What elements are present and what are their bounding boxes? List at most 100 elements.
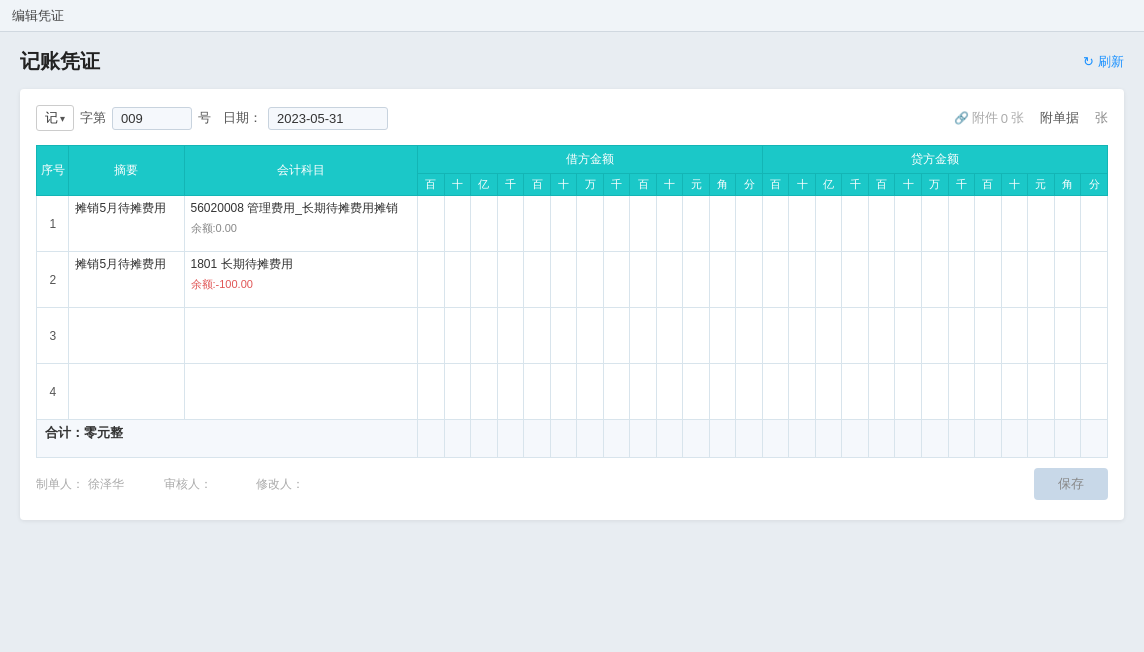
row-account[interactable]: 56020008 管理费用_长期待摊费用摊销余额:0.00: [184, 196, 418, 252]
debit-col-1[interactable]: [418, 196, 445, 252]
credit-col-10[interactable]: [1001, 364, 1028, 420]
credit-col-3[interactable]: [815, 308, 842, 364]
credit-col-11[interactable]: [1028, 196, 1055, 252]
credit-col-13[interactable]: [1081, 252, 1108, 308]
debit-col-9[interactable]: [630, 364, 657, 420]
credit-col-7[interactable]: [921, 364, 948, 420]
credit-col-10[interactable]: [1001, 252, 1028, 308]
debit-col-2[interactable]: [444, 364, 471, 420]
debit-col-12[interactable]: [709, 308, 736, 364]
date-input[interactable]: [268, 107, 388, 130]
debit-col-8[interactable]: [603, 196, 630, 252]
type-select-btn[interactable]: 记 ▾: [36, 105, 74, 131]
credit-col-11[interactable]: [1028, 364, 1055, 420]
credit-col-5[interactable]: [868, 364, 895, 420]
credit-col-8[interactable]: [948, 252, 975, 308]
credit-col-9[interactable]: [975, 196, 1002, 252]
credit-col-9[interactable]: [975, 308, 1002, 364]
debit-col-4[interactable]: [497, 196, 524, 252]
credit-col-4[interactable]: [842, 364, 869, 420]
credit-col-7[interactable]: [921, 252, 948, 308]
credit-col-12[interactable]: [1054, 308, 1081, 364]
credit-col-8[interactable]: [948, 308, 975, 364]
attach-docs-btn[interactable]: 附单据: [1040, 109, 1079, 127]
debit-col-9[interactable]: [630, 308, 657, 364]
debit-col-10[interactable]: [656, 364, 683, 420]
debit-col-8[interactable]: [603, 364, 630, 420]
debit-col-13[interactable]: [736, 308, 763, 364]
voucher-number-input[interactable]: [112, 107, 192, 130]
credit-col-10[interactable]: [1001, 308, 1028, 364]
debit-col-2[interactable]: [444, 252, 471, 308]
credit-col-9[interactable]: [975, 364, 1002, 420]
debit-col-13[interactable]: [736, 252, 763, 308]
credit-col-13[interactable]: [1081, 196, 1108, 252]
debit-col-11[interactable]: [683, 308, 710, 364]
credit-col-6[interactable]: [895, 252, 922, 308]
debit-col-7[interactable]: [577, 252, 604, 308]
debit-col-6[interactable]: [550, 364, 577, 420]
credit-col-4[interactable]: [842, 308, 869, 364]
attach-link[interactable]: 🔗 附件 0 张: [954, 109, 1024, 127]
debit-col-3[interactable]: [471, 308, 498, 364]
debit-col-11[interactable]: [683, 252, 710, 308]
credit-col-9[interactable]: [975, 252, 1002, 308]
debit-col-8[interactable]: [603, 308, 630, 364]
credit-col-6[interactable]: [895, 196, 922, 252]
debit-col-12[interactable]: [709, 252, 736, 308]
debit-col-11[interactable]: [683, 364, 710, 420]
debit-col-1[interactable]: [418, 252, 445, 308]
row-summary[interactable]: 摊销5月待摊费用: [69, 252, 184, 308]
debit-col-4[interactable]: [497, 252, 524, 308]
credit-col-1[interactable]: [762, 308, 789, 364]
row-account[interactable]: 1801 长期待摊费用余额:-100.00: [184, 252, 418, 308]
debit-col-13[interactable]: [736, 364, 763, 420]
debit-col-3[interactable]: [471, 252, 498, 308]
debit-col-6[interactable]: [550, 196, 577, 252]
debit-col-1[interactable]: [418, 308, 445, 364]
debit-col-4[interactable]: [497, 364, 524, 420]
credit-col-7[interactable]: [921, 308, 948, 364]
row-account[interactable]: [184, 364, 418, 420]
debit-col-8[interactable]: [603, 252, 630, 308]
credit-col-11[interactable]: [1028, 252, 1055, 308]
credit-col-10[interactable]: [1001, 196, 1028, 252]
debit-col-5[interactable]: [524, 196, 551, 252]
debit-col-11[interactable]: [683, 196, 710, 252]
credit-col-2[interactable]: [789, 308, 816, 364]
debit-col-5[interactable]: [524, 252, 551, 308]
credit-col-12[interactable]: [1054, 364, 1081, 420]
debit-col-10[interactable]: [656, 252, 683, 308]
credit-col-2[interactable]: [789, 364, 816, 420]
credit-col-7[interactable]: [921, 196, 948, 252]
debit-col-7[interactable]: [577, 196, 604, 252]
credit-col-11[interactable]: [1028, 308, 1055, 364]
debit-col-1[interactable]: [418, 364, 445, 420]
credit-col-4[interactable]: [842, 252, 869, 308]
credit-col-3[interactable]: [815, 196, 842, 252]
debit-col-13[interactable]: [736, 196, 763, 252]
debit-col-4[interactable]: [497, 308, 524, 364]
credit-col-4[interactable]: [842, 196, 869, 252]
debit-col-9[interactable]: [630, 252, 657, 308]
credit-col-8[interactable]: [948, 196, 975, 252]
debit-col-7[interactable]: [577, 308, 604, 364]
credit-col-5[interactable]: [868, 196, 895, 252]
debit-col-5[interactable]: [524, 308, 551, 364]
debit-col-6[interactable]: [550, 308, 577, 364]
credit-col-3[interactable]: [815, 252, 842, 308]
credit-col-1[interactable]: [762, 364, 789, 420]
save-button[interactable]: 保存: [1034, 468, 1108, 500]
refresh-button[interactable]: ↻ 刷新: [1083, 53, 1124, 71]
debit-col-12[interactable]: [709, 196, 736, 252]
row-account[interactable]: [184, 308, 418, 364]
debit-col-12[interactable]: [709, 364, 736, 420]
credit-col-2[interactable]: [789, 196, 816, 252]
credit-col-2[interactable]: [789, 252, 816, 308]
credit-col-1[interactable]: [762, 196, 789, 252]
debit-col-3[interactable]: [471, 196, 498, 252]
credit-col-8[interactable]: [948, 364, 975, 420]
credit-col-1[interactable]: [762, 252, 789, 308]
debit-col-2[interactable]: [444, 196, 471, 252]
credit-col-5[interactable]: [868, 252, 895, 308]
